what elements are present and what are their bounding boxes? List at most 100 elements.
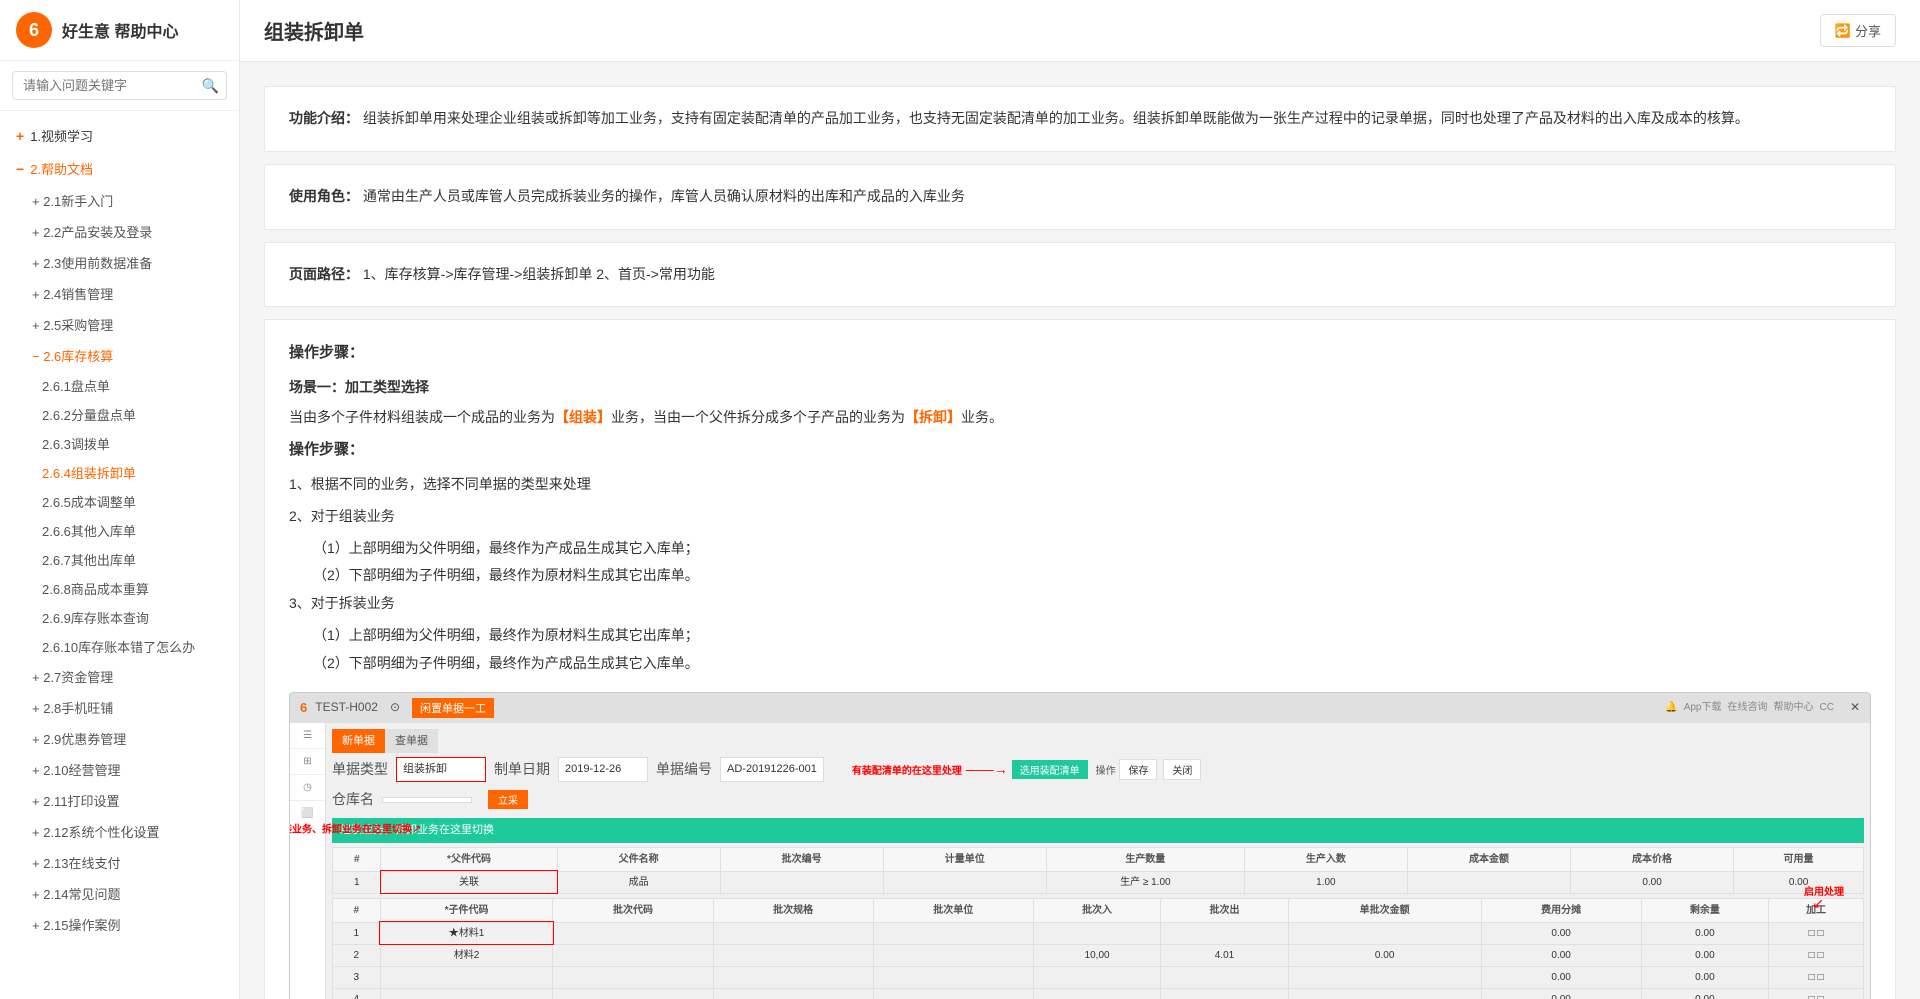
date-label: 制单日期: [494, 758, 550, 782]
step2: 2、对于组装业务: [289, 505, 1871, 529]
close-btn[interactable]: 关闭: [1163, 759, 1201, 780]
ss-title-text: TEST-H002: [315, 697, 378, 717]
sidebar-item-video[interactable]: + 1.视频学习: [0, 119, 239, 152]
plus-icon-13: +: [32, 856, 40, 871]
type-field[interactable]: 组装拆卸: [396, 757, 486, 782]
page-title: 组装拆卸单: [264, 16, 364, 45]
ss-close-icon[interactable]: ✕: [1850, 697, 1860, 717]
share-icon: 🔁: [1835, 23, 1851, 39]
bth-code: *子件代码: [380, 898, 553, 922]
sidebar-item-data-prep[interactable]: + 2.3使用前数据准备: [0, 247, 239, 278]
sidebar-item-finance[interactable]: + 2.7资金管理: [0, 661, 239, 692]
search-input[interactable]: [12, 71, 227, 100]
sidebar-item-assembly[interactable]: 2.6.4组装拆卸单: [0, 458, 239, 487]
sidebar-icon-2: ⊞: [290, 749, 325, 775]
sidebar: 6 好生意 帮助中心 🔍 + 1.视频学习 − 2.帮助文档 + 2.1新手入门: [0, 0, 240, 999]
sidebar-item-ledger-fix[interactable]: 2.6.10库存账本错了怎么办: [0, 632, 239, 661]
sidebar-item-cost-adjust[interactable]: 2.6.5成本调整单: [0, 487, 239, 516]
ss-new-btn[interactable]: 闲置单据一工: [412, 698, 494, 718]
search-icon[interactable]: 🔍: [202, 77, 219, 94]
ss-icon-3: 在线咨询: [1727, 699, 1767, 716]
th-parent-name: 父件名称: [557, 847, 720, 871]
sidebar-item-cost-recalc[interactable]: 2.6.8商品成本重算: [0, 574, 239, 603]
th-prod-in: 生产入数: [1244, 847, 1407, 871]
ops-card: 操作步骤： 场景一：加工类型选择 当由多个子件材料组装成一个成品的业务为【组装】…: [264, 319, 1896, 999]
save-btn[interactable]: 保存: [1119, 759, 1157, 780]
sidebar-item-stock-count[interactable]: 2.6.1盘点单: [0, 371, 239, 400]
minus-icon: −: [16, 161, 24, 177]
sidebar-item-inventory[interactable]: − 2.6库存核算: [0, 340, 239, 371]
th-seq: #: [333, 847, 381, 871]
scene1-desc: 当由多个子件材料组装成一个成品的业务为【组装】业务，当由一个父件拆分成多个子产品…: [289, 406, 1871, 430]
sidebar-sub-sub-items: 2.6.1盘点单 2.6.2分量盘点单 2.6.3调拨单 2.6.4组装拆卸单 …: [0, 371, 239, 661]
sidebar-item-customize[interactable]: + 2.12系统个性化设置: [0, 816, 239, 847]
bth-unit: 批次单位: [873, 898, 1033, 922]
bottom-table-wrap: # *子件代码 批次代码 批次规格 批次单位 批次入 批次出 单批次金额 费用分: [332, 898, 1864, 999]
plus-icon-12: +: [32, 825, 40, 840]
sidebar-item-faq[interactable]: + 2.14常见问题: [0, 878, 239, 909]
bth-seq: #: [333, 898, 381, 922]
cell-cost-price: 0.00: [1571, 871, 1734, 893]
step1: 1、根据不同的业务，选择不同单据的类型来处理: [289, 473, 1871, 497]
form-row-2: 仓库名 立采: [332, 788, 1864, 812]
inner-content: ☰ ⊞ ◷ ⬜ 新单据 查单据 单据类型: [290, 723, 1870, 999]
bottom-table: # *子件代码 批次代码 批次规格 批次单位 批次入 批次出 单批次金额 费用分: [332, 898, 1864, 999]
tab-find-doc[interactable]: 查单据: [385, 729, 438, 754]
sidebar-item-cases[interactable]: + 2.15操作案例: [0, 909, 239, 940]
scene1-label: 场景一：加工类型选择: [289, 376, 1871, 400]
table-row: 1 ★材料1 0.00 0.: [333, 922, 1864, 944]
sidebar-section-2: − 2.帮助文档 + 2.1新手入门 + 2.2产品安装及登录 + 2.3使用前…: [0, 152, 239, 940]
sidebar-item-management[interactable]: + 2.10经营管理: [0, 754, 239, 785]
ss-icon-1: 🔔: [1665, 699, 1677, 716]
select-bom-btn[interactable]: 选用装配清单: [1012, 760, 1088, 779]
ss-status-icon: ⊙: [390, 697, 400, 717]
top-table-wrap: # *父件代码 父件名称 批次编号 计量单位 生产数量 生产入数 成本金额 成本: [332, 847, 1864, 894]
plus-icon-4: +: [32, 256, 40, 271]
sidebar-icon-3: ◷: [290, 775, 325, 801]
app-name: 好生意 帮助中心: [62, 18, 178, 42]
step2-2: （2）下部明细为子件明细，最终作为原材料生成其它出库单。: [313, 564, 1871, 588]
sidebar-item-help-docs[interactable]: − 2.帮助文档: [0, 152, 239, 185]
search-box[interactable]: 🔍: [0, 61, 239, 111]
type-label: 单据类型: [332, 758, 388, 782]
annotation-2-text: 组装业务、拆卸业务在这里切换: [289, 822, 412, 839]
sidebar-item-other-in[interactable]: 2.6.6其他入库单: [0, 516, 239, 545]
sidebar-item-print[interactable]: + 2.11打印设置: [0, 785, 239, 816]
sidebar-item-payment[interactable]: + 2.13在线支付: [0, 847, 239, 878]
bth-remain: 剩余量: [1641, 898, 1768, 922]
ss-icons: 🔔 App下载 在线咨询 帮助中心 CC: [1665, 699, 1834, 716]
role-intro-text: 通常由生产人员或库管人员完成拆装业务的操作，库管人员确认原材料的出库和产成品的入…: [363, 188, 965, 204]
sidebar-item-sales[interactable]: + 2.4销售管理: [0, 278, 239, 309]
tab-new-doc[interactable]: 新单据: [332, 729, 385, 754]
confirm-btn[interactable]: 立采: [488, 790, 528, 809]
sidebar-item-batch-count[interactable]: 2.6.2分量盘点单: [0, 400, 239, 429]
share-button[interactable]: 🔁 分享: [1820, 14, 1896, 47]
sidebar-item-purchase[interactable]: + 2.5采购管理: [0, 309, 239, 340]
annotation-arrow-3: ↙: [1812, 892, 1824, 916]
sidebar-item-mobile[interactable]: + 2.8手机旺铺: [0, 692, 239, 723]
table-row: 4 0.000.00 □ □: [333, 988, 1864, 999]
sidebar-sub-items-2: + 2.1新手入门 + 2.2产品安装及登录 + 2.3使用前数据准备 + 2.…: [0, 185, 239, 940]
th-avail: 可用量: [1734, 847, 1864, 871]
ss-icon-5: CC: [1819, 699, 1833, 716]
topbar: 组装拆卸单 🔁 分享: [240, 0, 1920, 62]
content-area: 功能介绍： 组装拆卸单用来处理企业组装或拆卸等加工业务，支持有固定装配清单的产品…: [240, 62, 1920, 999]
sidebar-item-coupon[interactable]: + 2.9优惠券管理: [0, 723, 239, 754]
warehouse-field[interactable]: [382, 797, 472, 803]
sidebar-item-install[interactable]: + 2.2产品安装及登录: [0, 216, 239, 247]
table-row: 3 0.000.00 □ □: [333, 966, 1864, 988]
screenshot-container: 6 TEST-H002 ⊙ 闲置单据一工 🔔 App下载 在线咨询 帮助中心 C…: [289, 692, 1871, 999]
num-field: AD-20191226-001: [720, 757, 824, 782]
sidebar-item-ledger-query[interactable]: 2.6.9库存账本查询: [0, 603, 239, 632]
annotation-2-area: 组装业务、拆卸业务在这里切换 ↗: [289, 821, 421, 840]
bth-in: 批次入: [1033, 898, 1160, 922]
inner-sidebar: ☰ ⊞ ◷ ⬜: [290, 723, 326, 999]
sidebar-item-other-out[interactable]: 2.6.7其他出库单: [0, 545, 239, 574]
sidebar-item-newcomer[interactable]: + 2.1新手入门: [0, 185, 239, 216]
role-intro-label: 使用角色：: [289, 188, 359, 204]
cell-batch: [720, 871, 883, 893]
date-field[interactable]: 2019-12-26: [558, 757, 648, 782]
inner-app-logo: 6: [300, 697, 307, 719]
sidebar-item-transfer[interactable]: 2.6.3调拨单: [0, 429, 239, 458]
plus-icon-14: +: [32, 887, 40, 902]
